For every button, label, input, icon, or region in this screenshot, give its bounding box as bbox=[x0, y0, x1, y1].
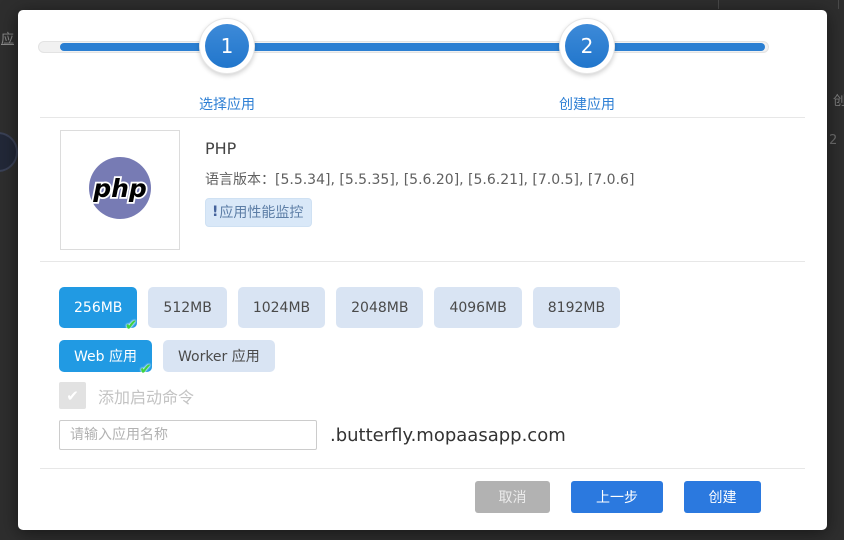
memory-options-row: 256MB ✔ 512MB 1024MB 2048MB 4096MB 8192M… bbox=[59, 287, 827, 334]
memory-option-2048mb[interactable]: 2048MB bbox=[336, 287, 424, 328]
cancel-button[interactable]: 取消 bbox=[475, 481, 550, 513]
stepper-progress-bar bbox=[60, 43, 765, 51]
svg-text:php: php bbox=[92, 174, 147, 203]
app-name-row: .butterfly.mopaasapp.com bbox=[59, 420, 827, 450]
step-1-label: 选择应用 bbox=[199, 97, 255, 113]
step-1-circle: 1 bbox=[199, 18, 255, 74]
background-line bbox=[718, 0, 719, 9]
memory-option-4096mb[interactable]: 4096MB bbox=[434, 287, 522, 328]
php-logo-card: php bbox=[60, 130, 180, 250]
background-text-fragment: 2 bbox=[829, 133, 838, 148]
wizard-stepper: 1 2 选择应用 创建应用 bbox=[18, 10, 827, 117]
app-name-input[interactable] bbox=[59, 420, 317, 450]
selected-app-card: php PHP 语言版本：[5.5.34], [5.5.35], [5.6.20… bbox=[18, 118, 827, 261]
background-line bbox=[838, 0, 839, 9]
memory-option-label: 8192MB bbox=[547, 299, 606, 316]
app-info: PHP 语言版本：[5.5.34], [5.5.35], [5.6.20], [… bbox=[205, 130, 634, 250]
memory-option-8192mb[interactable]: 8192MB bbox=[532, 287, 621, 328]
app-config-section: 256MB ✔ 512MB 1024MB 2048MB 4096MB 8192M… bbox=[18, 287, 827, 450]
memory-option-label: 2048MB bbox=[351, 299, 409, 316]
startup-command-label: 添加启动命令 bbox=[98, 387, 195, 407]
create-button[interactable]: 创建 bbox=[684, 481, 761, 513]
startup-command-row: ✔ 添加启动命令 bbox=[59, 382, 827, 409]
domain-suffix: .butterfly.mopaasapp.com bbox=[330, 424, 566, 446]
app-type-option-web[interactable]: Web 应用 ✔ bbox=[59, 340, 152, 378]
check-icon: ✔ bbox=[139, 360, 152, 378]
step-2-circle: 2 bbox=[559, 18, 615, 74]
dialog-footer: 取消 上一步 创建 bbox=[18, 469, 827, 513]
memory-option-256mb[interactable]: 256MB ✔ bbox=[59, 287, 138, 334]
memory-option-label: 4096MB bbox=[449, 299, 507, 316]
previous-step-button[interactable]: 上一步 bbox=[571, 481, 663, 513]
background-avatar-circle bbox=[0, 132, 18, 172]
divider bbox=[40, 261, 805, 262]
step-2-number: 2 bbox=[565, 24, 609, 68]
memory-option-label: 512MB bbox=[163, 299, 212, 316]
app-title: PHP bbox=[205, 139, 237, 158]
badge-label: 应用性能监控 bbox=[219, 205, 304, 221]
app-type-options-row: Web 应用 ✔ Worker 应用 bbox=[59, 340, 827, 378]
check-icon: ✔ bbox=[124, 316, 138, 334]
memory-option-1024mb[interactable]: 1024MB bbox=[237, 287, 326, 328]
app-type-option-worker[interactable]: Worker 应用 bbox=[162, 340, 275, 372]
memory-option-label: 1024MB bbox=[252, 299, 311, 316]
memory-option-label: 256MB bbox=[74, 299, 123, 316]
background-text-fragment: 创 bbox=[833, 94, 844, 109]
app-type-label: Web 应用 bbox=[74, 349, 137, 365]
startup-command-checkbox[interactable]: ✔ bbox=[59, 382, 86, 409]
performance-monitor-badge: ! 应用性能监控 bbox=[205, 198, 313, 227]
create-app-dialog: 1 2 选择应用 创建应用 php PHP 语言版本：[5.5.34], [5.… bbox=[18, 10, 827, 530]
background-text-fragment: 应 bbox=[1, 32, 15, 47]
check-icon: ✔ bbox=[66, 386, 79, 405]
step-1-number: 1 bbox=[205, 24, 249, 68]
app-versions: 语言版本：[5.5.34], [5.5.35], [5.6.20], [5.6.… bbox=[205, 172, 635, 188]
memory-option-512mb[interactable]: 512MB bbox=[148, 287, 227, 328]
monitor-icon: ! bbox=[212, 204, 219, 220]
step-2-label: 创建应用 bbox=[559, 97, 615, 113]
app-type-label: Worker 应用 bbox=[177, 349, 260, 365]
php-logo-icon: php bbox=[88, 156, 152, 224]
